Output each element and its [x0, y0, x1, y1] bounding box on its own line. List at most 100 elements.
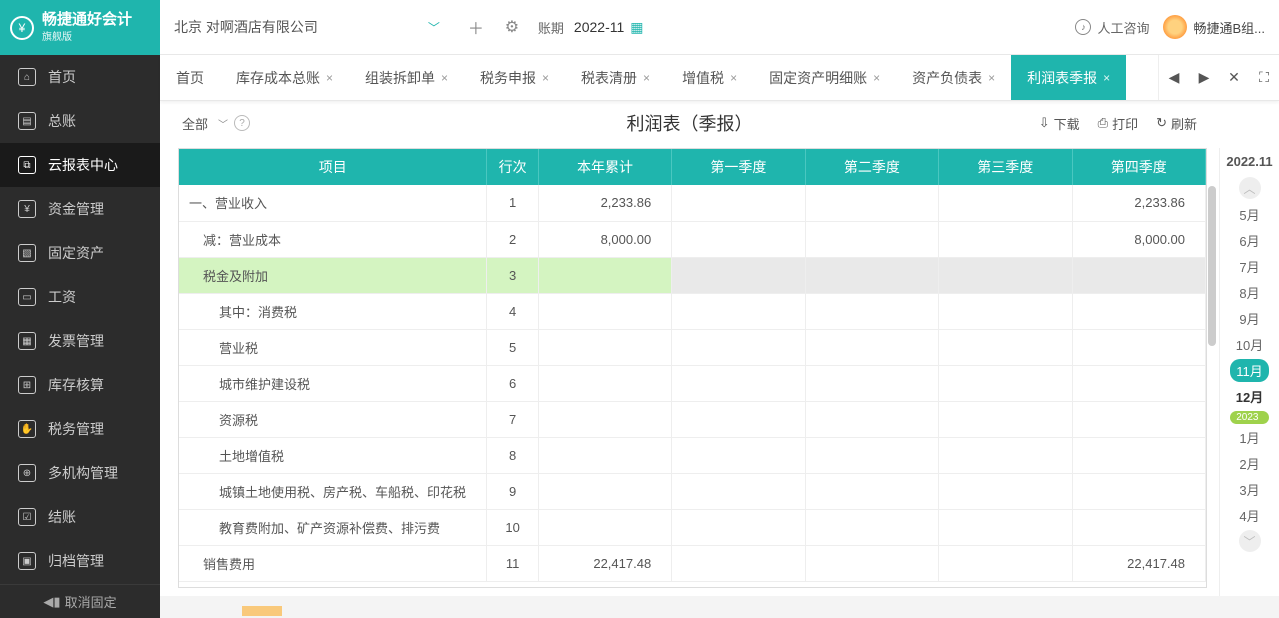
- close-icon[interactable]: ×: [542, 71, 549, 85]
- nav-item-10[interactable]: ☑结账: [0, 495, 160, 539]
- nav-item-11[interactable]: ▣归档管理: [0, 539, 160, 583]
- help-icon[interactable]: ?: [234, 115, 250, 131]
- col-header: 第一季度: [672, 149, 805, 185]
- gear-icon[interactable]: ⚙: [502, 17, 522, 37]
- scrollbar-thumb[interactable]: [1208, 186, 1216, 346]
- headset-icon: ♪: [1075, 19, 1091, 35]
- print-button[interactable]: ⎙打印: [1098, 114, 1138, 133]
- close-icon[interactable]: ×: [730, 71, 737, 85]
- refresh-button[interactable]: ↻刷新: [1156, 114, 1197, 133]
- period-month[interactable]: 12月: [1230, 383, 1269, 409]
- period-month[interactable]: 1月: [1230, 424, 1269, 450]
- cell-q3: [939, 437, 1072, 473]
- close-icon[interactable]: ×: [988, 71, 995, 85]
- download-button[interactable]: ⇩下载: [1039, 114, 1080, 133]
- nav-item-9[interactable]: ⊕多机构管理: [0, 451, 160, 495]
- period-month[interactable]: 10月: [1230, 331, 1269, 357]
- consult-button[interactable]: ♪ 人工咨询: [1075, 18, 1149, 37]
- period-nav-down[interactable]: ﹀: [1239, 530, 1261, 552]
- nav-item-2[interactable]: ⧉云报表中心: [0, 143, 160, 187]
- tab-6[interactable]: 固定资产明细账×: [753, 55, 896, 100]
- tabs-next-button[interactable]: ▶: [1189, 55, 1219, 100]
- filter-dropdown[interactable]: 全部 ﹀: [182, 114, 234, 133]
- period-month[interactable]: 3月: [1230, 476, 1269, 502]
- tab-1[interactable]: 库存成本总账×: [220, 55, 349, 100]
- topbar: 北京 对啊酒店有限公司 ﹀ ＋ ⚙ 账期 2022-11 ▦ ♪ 人工咨询 畅捷…: [160, 0, 1279, 55]
- nav-item-1[interactable]: ▤总账: [0, 99, 160, 143]
- table-row[interactable]: 一、营业收入12,233.862,233.86: [179, 185, 1206, 221]
- fullscreen-button[interactable]: ⛶: [1249, 55, 1279, 100]
- table-row[interactable]: 资源税7: [179, 401, 1206, 437]
- tab-2[interactable]: 组装拆卸单×: [349, 55, 464, 100]
- avatar[interactable]: [1163, 15, 1187, 39]
- tabs-close-button[interactable]: ✕: [1219, 55, 1249, 100]
- nav-item-3[interactable]: ¥资金管理: [0, 187, 160, 231]
- nav-icon: ⊞: [18, 376, 36, 394]
- tab-label: 利润表季报: [1027, 68, 1097, 88]
- nav-item-8[interactable]: ✋税务管理: [0, 407, 160, 451]
- tab-5[interactable]: 增值税×: [666, 55, 753, 100]
- tab-8[interactable]: 利润表季报 ×: [1011, 55, 1126, 100]
- period-month[interactable]: 5月: [1230, 201, 1269, 227]
- tab-label: 税务申报: [480, 68, 536, 88]
- table-row[interactable]: 土地增值税8: [179, 437, 1206, 473]
- chevron-down-icon[interactable]: ﹀: [428, 19, 440, 36]
- cell-row: 11: [487, 545, 538, 581]
- calendar-icon[interactable]: ▦: [630, 19, 643, 36]
- user-name[interactable]: 畅捷通B组...: [1193, 18, 1265, 37]
- period-value[interactable]: 2022-11: [574, 19, 624, 35]
- period-month[interactable]: 2月: [1230, 450, 1269, 476]
- table-row[interactable]: 城市维护建设税6: [179, 365, 1206, 401]
- table-row[interactable]: 营业税5: [179, 329, 1206, 365]
- cell-q1: [672, 221, 805, 257]
- table-row[interactable]: 销售费用1122,417.4822,417.48: [179, 545, 1206, 581]
- tab-4[interactable]: 税表清册 ×: [565, 55, 666, 100]
- tab-7[interactable]: 资产负债表×: [896, 55, 1011, 100]
- nav-item-4[interactable]: ▧固定资产: [0, 231, 160, 275]
- nav-item-7[interactable]: ⊞库存核算: [0, 363, 160, 407]
- close-icon[interactable]: ×: [873, 71, 880, 85]
- cell-q1: [672, 185, 805, 221]
- table-row[interactable]: 减：营业成本28,000.008,000.00: [179, 221, 1206, 257]
- col-header: 项目: [179, 149, 487, 185]
- download-icon: ⇩: [1039, 115, 1050, 131]
- cell-q1: [672, 545, 805, 581]
- tab-3[interactable]: 税务申报 ×: [464, 55, 565, 100]
- nav-item-6[interactable]: ▦发票管理: [0, 319, 160, 363]
- cell-row: 1: [487, 185, 538, 221]
- unpin-sidebar[interactable]: ◀▮ 取消固定: [0, 584, 160, 618]
- tabs-prev-button[interactable]: ◀: [1159, 55, 1189, 100]
- period-month[interactable]: 11月: [1230, 357, 1269, 383]
- table-row[interactable]: 其中：消费税4: [179, 293, 1206, 329]
- period-month[interactable]: 4月: [1230, 502, 1269, 528]
- nav-item-5[interactable]: ▭工资: [0, 275, 160, 319]
- close-icon[interactable]: ×: [1103, 71, 1110, 85]
- table-row[interactable]: 税金及附加3: [179, 257, 1206, 293]
- period-month[interactable]: 9月: [1230, 305, 1269, 331]
- cell-item: 教育费附加、矿产资源补偿费、排污费: [179, 509, 487, 545]
- period-month[interactable]: 7月: [1230, 253, 1269, 279]
- cell-q4: [1072, 401, 1206, 437]
- close-icon[interactable]: ×: [326, 71, 333, 85]
- cell-row: 5: [487, 329, 538, 365]
- cell-q2: [805, 185, 938, 221]
- report-table: 项目行次本年累计第一季度第二季度第三季度第四季度 一、营业收入12,233.86…: [178, 148, 1207, 588]
- toolbar: 全部 ﹀ ? 利润表（季报） ⇩下载 ⎙打印 ↻刷新: [160, 101, 1219, 145]
- close-icon[interactable]: ×: [643, 71, 650, 85]
- nav-item-0[interactable]: ⌂首页: [0, 55, 160, 99]
- cell-item: 一、营业收入: [179, 185, 487, 221]
- close-icon[interactable]: ×: [441, 71, 448, 85]
- table-row[interactable]: 城镇土地使用税、房产税、车船税、印花税9: [179, 473, 1206, 509]
- tab-label: 税表清册: [581, 68, 637, 88]
- cell-q2: [805, 221, 938, 257]
- period-month[interactable]: 8月: [1230, 279, 1269, 305]
- period-month[interactable]: 6月: [1230, 227, 1269, 253]
- table-row[interactable]: 教育费附加、矿产资源补偿费、排污费10: [179, 509, 1206, 545]
- company-selector[interactable]: 北京 对啊酒店有限公司 ﹀ ＋ ⚙ 账期 2022-11 ▦: [174, 15, 1075, 39]
- nav-icon: ¥: [18, 200, 36, 218]
- tab-0[interactable]: 首页: [160, 55, 220, 100]
- period-nav-up[interactable]: ︿: [1239, 177, 1261, 199]
- cell-q3: [939, 365, 1072, 401]
- add-icon[interactable]: ＋: [466, 15, 486, 39]
- cell-ytd: [538, 257, 671, 293]
